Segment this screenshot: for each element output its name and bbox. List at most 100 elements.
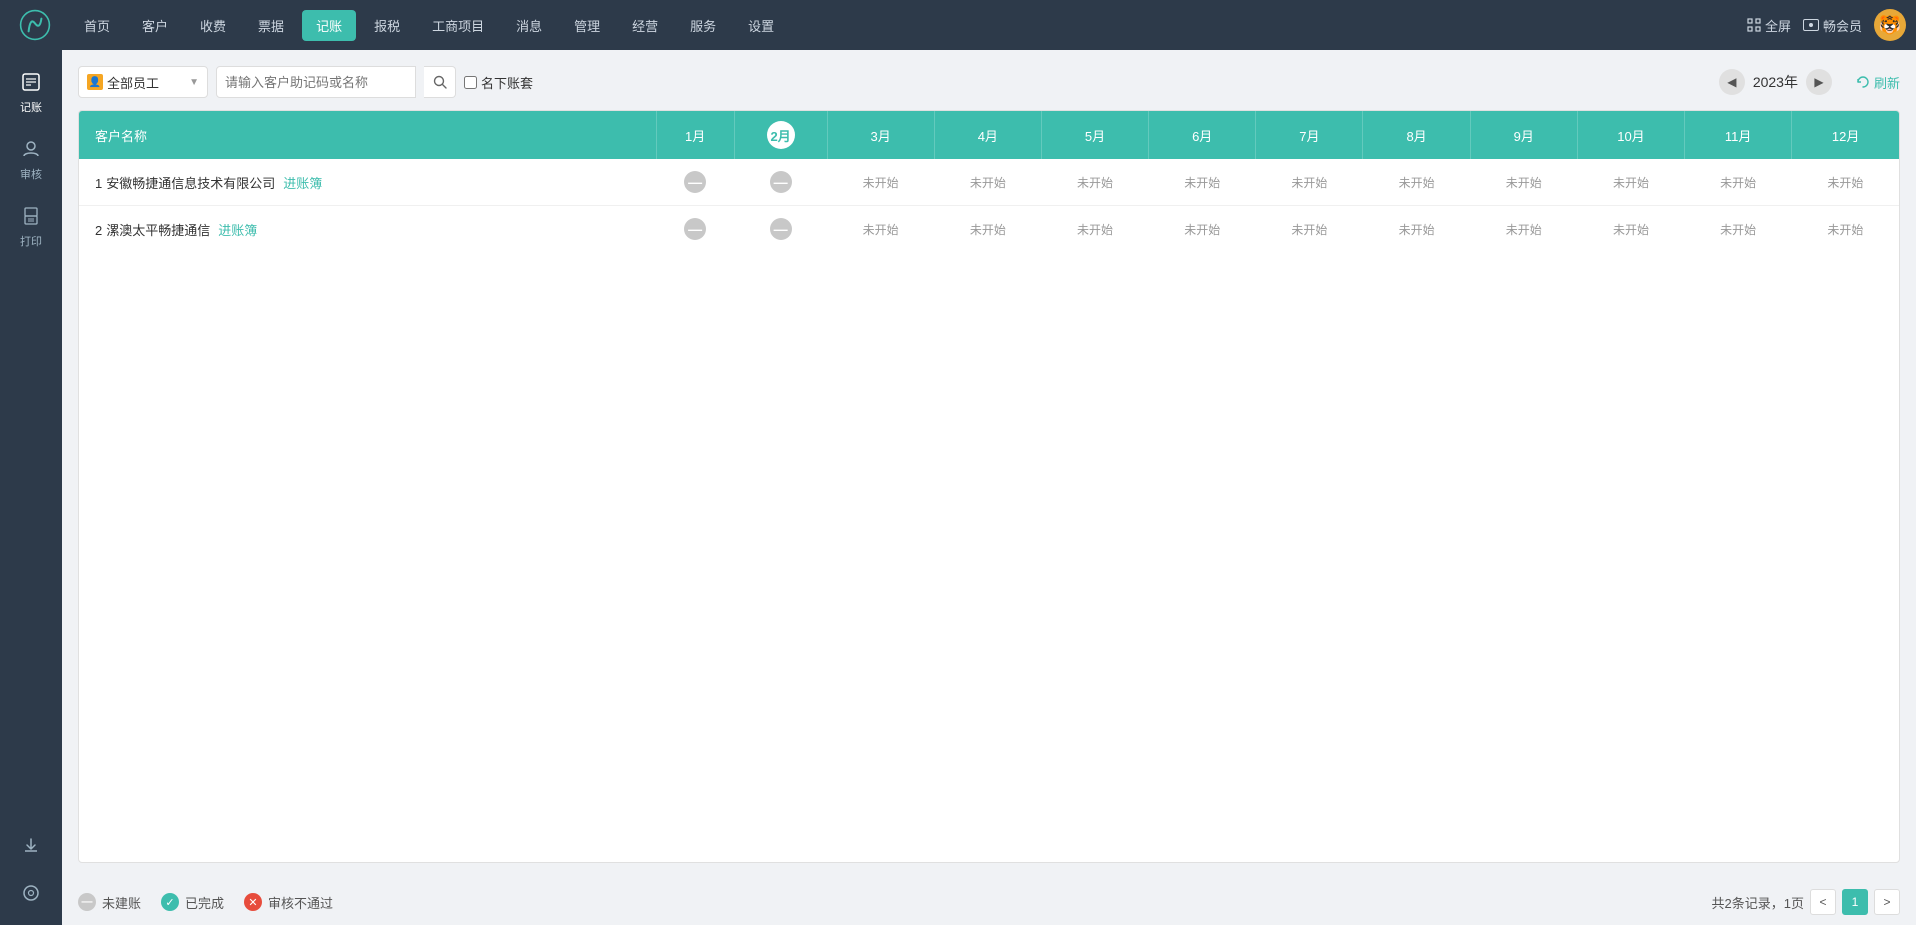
- search-input[interactable]: [216, 66, 416, 98]
- enter-ledger-link[interactable]: 进账簿: [283, 176, 322, 191]
- status-not-started-label: 未开始: [1720, 176, 1756, 190]
- nav-service[interactable]: 服务: [676, 10, 730, 41]
- total-records: 共2条记录，1页: [1712, 893, 1804, 912]
- my-accounts-checkbox[interactable]: [464, 76, 477, 89]
- row-month-12: 未开始: [1792, 159, 1899, 206]
- completed-icon: ✓: [161, 893, 179, 911]
- my-accounts-label: 名下账套: [481, 73, 533, 92]
- legend-completed: ✓ 已完成: [161, 893, 224, 912]
- col-header-nov: 11月: [1685, 111, 1792, 159]
- status-not-started-label: 未开始: [1399, 223, 1435, 237]
- bookkeeping-table: 客户名称 1月 2月 3月 4月 5月 6月 7月 8月 9月 10月 11月: [79, 111, 1899, 252]
- nav-fee[interactable]: 收费: [186, 10, 240, 41]
- nav-settings[interactable]: 设置: [734, 10, 788, 41]
- status-not-started-label: 未开始: [1077, 176, 1113, 190]
- row-month-7: 未开始: [1256, 159, 1363, 206]
- row-month-8: 未开始: [1363, 159, 1470, 206]
- col-header-name: 客户名称: [79, 111, 656, 159]
- prev-page-button[interactable]: <: [1810, 889, 1836, 915]
- status-not-started-label: 未开始: [1077, 223, 1113, 237]
- legend-rejected: ✕ 审核不通过: [244, 893, 333, 912]
- sidebar-item-support[interactable]: [4, 871, 58, 915]
- search-button[interactable]: [424, 66, 456, 98]
- row-month-5: 未开始: [1041, 206, 1148, 253]
- status-not-started-label: 未开始: [1291, 176, 1327, 190]
- status-not-started-label: 未开始: [1827, 176, 1863, 190]
- nav-invoice[interactable]: 票据: [244, 10, 298, 41]
- row-month-9: 未开始: [1470, 206, 1577, 253]
- nav-business[interactable]: 工商项目: [418, 10, 498, 41]
- employee-select[interactable]: 👤 全部员工 ▼: [78, 66, 208, 98]
- status-not-started-label: 未开始: [1613, 223, 1649, 237]
- prev-year-button[interactable]: ◀: [1719, 69, 1745, 95]
- status-not-created-icon: —: [770, 171, 792, 193]
- status-not-started-label: 未开始: [970, 176, 1006, 190]
- col-header-may: 5月: [1041, 111, 1148, 159]
- row-month-4: 未开始: [934, 159, 1041, 206]
- status-not-started-label: 未开始: [1399, 176, 1435, 190]
- next-year-button[interactable]: ▶: [1806, 69, 1832, 95]
- year-nav: ◀ 2023年 ▶: [1719, 69, 1832, 95]
- rejected-label: 审核不通过: [268, 893, 333, 912]
- nav-operation[interactable]: 经营: [618, 10, 672, 41]
- employee-label: 全部员工: [107, 73, 185, 92]
- row-month-7: 未开始: [1256, 206, 1363, 253]
- sidebar-item-print[interactable]: 打印: [4, 194, 58, 257]
- logo: [10, 0, 60, 50]
- col-header-oct: 10月: [1577, 111, 1684, 159]
- row-month-11: 未开始: [1685, 206, 1792, 253]
- company-name: 安徽畅捷通信息技术有限公司: [106, 176, 275, 191]
- status-not-started-label: 未开始: [970, 223, 1006, 237]
- status-not-started-label: 未开始: [863, 176, 899, 190]
- status-not-started-label: 未开始: [863, 223, 899, 237]
- col-header-dec: 12月: [1792, 111, 1899, 159]
- nav-manage[interactable]: 管理: [560, 10, 614, 41]
- nav-home[interactable]: 首页: [70, 10, 124, 41]
- row-month-3: 未开始: [827, 159, 934, 206]
- refresh-button[interactable]: 刷新: [1856, 73, 1900, 92]
- status-not-started-label: 未开始: [1184, 223, 1220, 237]
- pagination: 共2条记录，1页 < 1 >: [1712, 889, 1900, 915]
- fullscreen-label: 全屏: [1765, 16, 1791, 35]
- enter-ledger-link[interactable]: 进账簿: [218, 223, 257, 238]
- next-page-button[interactable]: >: [1874, 889, 1900, 915]
- row-month-4: 未开始: [934, 206, 1041, 253]
- status-not-created-icon: —: [684, 171, 706, 193]
- nav-tax[interactable]: 报税: [360, 10, 414, 41]
- checkbox-my-accounts[interactable]: 名下账套: [464, 73, 533, 92]
- nav-message[interactable]: 消息: [502, 10, 556, 41]
- user-avatar[interactable]: 🐯: [1874, 9, 1906, 41]
- fullscreen-button[interactable]: 全屏: [1747, 16, 1791, 35]
- nav-customer[interactable]: 客户: [128, 10, 182, 41]
- completed-label: 已完成: [185, 893, 224, 912]
- vip-button[interactable]: 畅会员: [1803, 16, 1862, 35]
- current-page-button[interactable]: 1: [1842, 889, 1868, 915]
- company-name: 漯澳太平畅捷通信: [106, 223, 210, 238]
- sidebar-label-bookkeeping: 记账: [20, 99, 42, 115]
- download-icon: [17, 831, 45, 859]
- row-month-8: 未开始: [1363, 206, 1470, 253]
- table-row: 2漯澳太平畅捷通信进账簿——未开始未开始未开始未开始未开始未开始未开始未开始未开…: [79, 206, 1899, 253]
- row-month-5: 未开始: [1041, 159, 1148, 206]
- row-month-2: —: [734, 159, 827, 206]
- dropdown-arrow-icon: ▼: [189, 77, 199, 88]
- support-icon: [17, 879, 45, 907]
- col-header-jan: 1月: [656, 111, 734, 159]
- row-month-3: 未开始: [827, 206, 934, 253]
- row-name-cell: 2漯澳太平畅捷通信进账簿: [79, 206, 656, 253]
- status-not-created-icon: —: [770, 218, 792, 240]
- row-month-6: 未开始: [1149, 159, 1256, 206]
- nav-bookkeeping[interactable]: 记账: [302, 10, 356, 41]
- col-header-aug: 8月: [1363, 111, 1470, 159]
- sidebar-label-print: 打印: [20, 233, 42, 249]
- main-layout: 记账 审核 打印: [0, 50, 1916, 925]
- col-header-jun: 6月: [1149, 111, 1256, 159]
- col-header-mar: 3月: [827, 111, 934, 159]
- sidebar-item-bookkeeping[interactable]: 记账: [4, 60, 58, 123]
- audit-icon: [17, 135, 45, 163]
- sidebar-item-download[interactable]: [4, 823, 58, 867]
- sidebar-item-audit[interactable]: 审核: [4, 127, 58, 190]
- row-name-cell: 1安徽畅捷通信息技术有限公司进账簿: [79, 159, 656, 206]
- sidebar-bottom: [0, 823, 62, 925]
- refresh-label: 刷新: [1874, 73, 1900, 92]
